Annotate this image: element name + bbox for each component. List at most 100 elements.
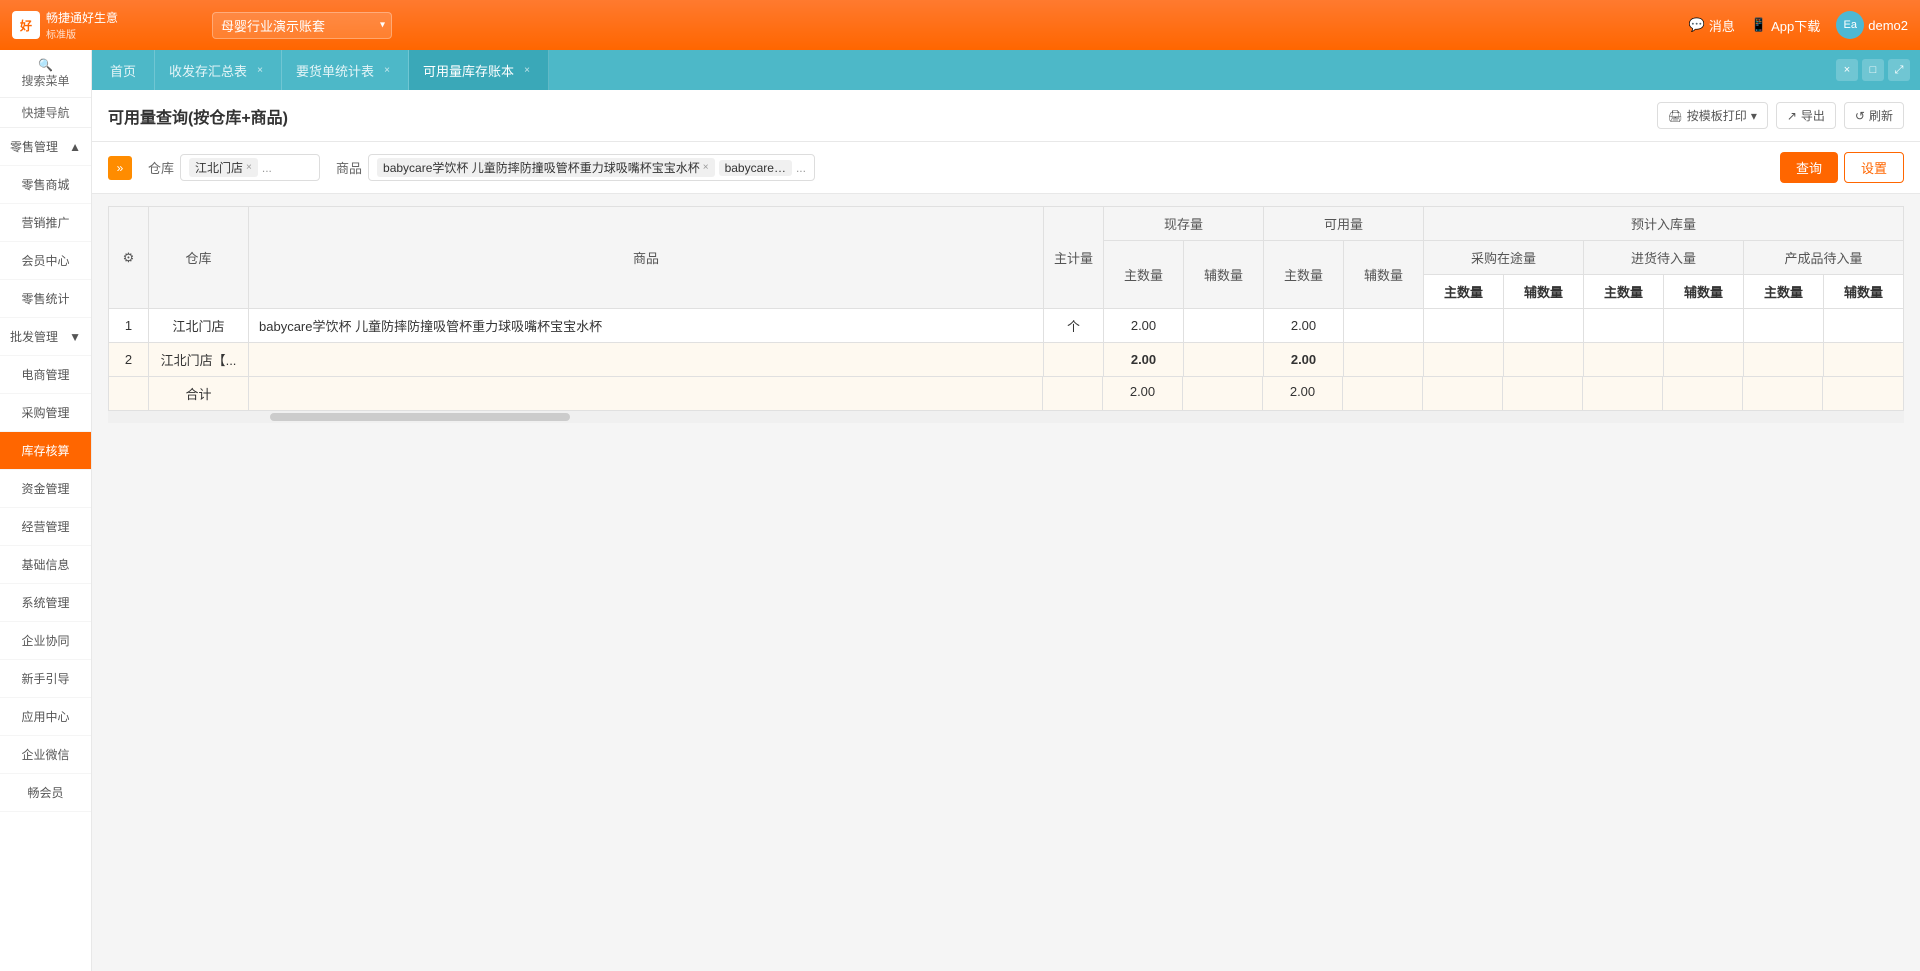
sidebar-item-wholesale-mgmt[interactable]: 批发管理 ▼ [0, 318, 91, 356]
tab-close-inventory-summary[interactable]: × [253, 63, 267, 77]
tab-bar-actions: × □ ⤢ [1826, 59, 1920, 81]
col-header-product: 商品 [249, 207, 1044, 309]
tab-order-stats[interactable]: 要货单统计表 × [282, 50, 409, 90]
warehouse-tag-close[interactable]: × [246, 162, 252, 173]
col-header-purchase-aux: 辅数量 [1504, 275, 1584, 309]
row-stock-aux [1184, 343, 1264, 377]
row-product: babycare学饮杯 儿童防摔防撞吸管杯重力球吸嘴杯宝宝水杯 [249, 309, 1044, 343]
industry-dropdown[interactable]: 母婴行业演示账套 ▾ [212, 12, 392, 39]
sidebar-item-wechat[interactable]: 企业微信 [0, 736, 91, 774]
sidebar: 🔍 搜索菜单 快捷导航 零售管理 ▲ 零售商城 营销推广 会员中心 零售统计 批… [0, 50, 92, 971]
product-filter-input[interactable]: babycare学饮杯 儿童防摔防撞吸管杯重力球吸嘴杯宝宝水杯 × babyca… [368, 154, 815, 181]
template-print-button[interactable]: 🖨 按模板打印 ▾ [1657, 102, 1768, 129]
sidebar-item-purchase-mgmt[interactable]: 采购管理 [0, 394, 91, 432]
col-header-unit: 主计量 [1044, 207, 1104, 309]
row-product [249, 343, 1044, 377]
footer-purchase-aux [1503, 377, 1583, 410]
tab-maximize-button[interactable]: ⤢ [1888, 59, 1910, 81]
horizontal-scrollbar[interactable] [108, 411, 1904, 423]
col-header-inbound-aux: 辅数量 [1664, 275, 1744, 309]
row-inbound-main [1584, 343, 1664, 377]
settings-button[interactable]: 设置 [1844, 152, 1904, 183]
row-warehouse: 江北门店 [149, 309, 249, 343]
page-content: 可用量查询(按仓库+商品) 🖨 按模板打印 ▾ ↗ 导出 ↺ 刷新 [92, 90, 1920, 971]
logo-area: 好 畅捷通好生意 标准版 [12, 9, 212, 41]
avatar: Ea [1836, 11, 1864, 39]
scroll-thumb[interactable] [270, 413, 570, 421]
row-produced-main [1744, 309, 1824, 343]
tab-home[interactable]: 首页 [92, 50, 155, 90]
col-header-warehouse: 仓库 [149, 207, 249, 309]
tab-bar: 首页 收发存汇总表 × 要货单统计表 × 可用量库存账本 × × □ ⤢ [92, 50, 1920, 90]
table-row: 1 江北门店 babycare学饮杯 儿童防摔防撞吸管杯重力球吸嘴杯宝宝水杯 个… [109, 309, 1904, 343]
col-header-purchase-transit: 采购在途量 [1424, 241, 1584, 275]
content-area: 首页 收发存汇总表 × 要货单统计表 × 可用量库存账本 × × □ ⤢ [92, 50, 1920, 971]
chevron-icon: ▲ [69, 140, 81, 154]
sidebar-item-inventory[interactable]: 库存核算 [0, 432, 91, 470]
sidebar-item-retail-mall[interactable]: 零售商城 [0, 166, 91, 204]
main-layout: 🔍 搜索菜单 快捷导航 零售管理 ▲ 零售商城 营销推广 会员中心 零售统计 批… [0, 50, 1920, 971]
sidebar-item-member-center[interactable]: 会员中心 [0, 242, 91, 280]
row-produced-main [1744, 343, 1824, 377]
sidebar-item-marketing[interactable]: 营销推广 [0, 204, 91, 242]
tab-restore-button[interactable]: □ [1862, 59, 1884, 81]
logo-subtitle: 标准版 [46, 26, 118, 41]
col-header-avail-aux: 辅数量 [1344, 241, 1424, 309]
export-button[interactable]: ↗ 导出 [1776, 102, 1836, 129]
footer-empty-2 [249, 377, 1043, 410]
row-index: 2 [109, 343, 149, 377]
warehouse-filter-group: 仓库 江北门店 × ... [148, 154, 320, 181]
sidebar-item-system-mgmt[interactable]: 系统管理 [0, 584, 91, 622]
sidebar-item-app-center[interactable]: 应用中心 [0, 698, 91, 736]
printer-icon: 🖨 [1668, 109, 1683, 123]
refresh-icon: ↺ [1855, 109, 1865, 123]
logo-title: 畅捷通好生意 [46, 9, 118, 26]
tab-available-inventory[interactable]: 可用量库存账本 × [409, 50, 549, 90]
filter-area: » 仓库 江北门店 × ... 商品 [92, 142, 1920, 194]
chevron-down-icon: ▼ [69, 330, 81, 344]
sidebar-quick-nav[interactable]: 快捷导航 [0, 98, 91, 128]
app-download-button[interactable]: 📱 App下载 [1751, 16, 1820, 35]
product-more[interactable]: ... [796, 161, 806, 175]
sidebar-search[interactable]: 🔍 搜索菜单 [0, 50, 91, 98]
app-icon: 📱 [1751, 17, 1767, 33]
row-produced-aux [1824, 343, 1904, 377]
col-header-produced-pending: 产成品待入量 [1744, 241, 1904, 275]
col-header-settings: ⚙ [109, 207, 149, 309]
filter-expand-button[interactable]: » [108, 156, 132, 180]
query-button[interactable]: 查询 [1780, 152, 1838, 183]
footer-avail-main: 2.00 [1263, 377, 1343, 410]
product-tag-1: babycare学饮杯 儿童防摔防撞吸管杯重力球吸嘴杯宝宝水杯 × [377, 158, 715, 177]
tab-close-order-stats[interactable]: × [380, 63, 394, 77]
col-header-stock: 现存量 [1104, 207, 1264, 241]
product-tag-1-close[interactable]: × [703, 162, 709, 173]
col-header-inbound-main: 主数量 [1584, 275, 1664, 309]
col-header-stock-aux: 辅数量 [1184, 241, 1264, 309]
sidebar-item-enterprise-collab[interactable]: 企业协同 [0, 622, 91, 660]
product-label: 商品 [336, 158, 362, 177]
sidebar-item-retail-stats[interactable]: 零售统计 [0, 280, 91, 318]
warehouse-filter-input[interactable]: 江北门店 × ... [180, 154, 320, 181]
col-header-inbound-pending: 进货待入量 [1584, 241, 1744, 275]
sidebar-item-operations[interactable]: 经营管理 [0, 508, 91, 546]
chevron-down-icon: ▾ [1751, 109, 1757, 123]
footer-stock-aux [1183, 377, 1263, 410]
footer-empty-unit [1043, 377, 1103, 410]
col-header-avail-main: 主数量 [1264, 241, 1344, 309]
top-bar-right: 💬 消息 📱 App下载 Ea demo2 [1689, 11, 1908, 39]
row-produced-aux [1824, 309, 1904, 343]
sidebar-item-ecommerce[interactable]: 电商管理 [0, 356, 91, 394]
sidebar-item-retail-mgmt[interactable]: 零售管理 ▲ [0, 128, 91, 166]
tab-close-available-inventory[interactable]: × [520, 63, 534, 77]
sidebar-item-basic-info[interactable]: 基础信息 [0, 546, 91, 584]
refresh-button[interactable]: ↺ 刷新 [1844, 102, 1904, 129]
message-button[interactable]: 💬 消息 [1689, 16, 1735, 35]
sidebar-item-new-guide[interactable]: 新手引导 [0, 660, 91, 698]
warehouse-more[interactable]: ... [262, 161, 272, 175]
sidebar-item-member[interactable]: 畅会员 [0, 774, 91, 812]
tab-close-all-button[interactable]: × [1836, 59, 1858, 81]
user-menu[interactable]: Ea demo2 [1836, 11, 1908, 39]
search-icon: 🔍 [38, 58, 53, 72]
tab-inventory-summary[interactable]: 收发存汇总表 × [155, 50, 282, 90]
sidebar-item-finance[interactable]: 资金管理 [0, 470, 91, 508]
